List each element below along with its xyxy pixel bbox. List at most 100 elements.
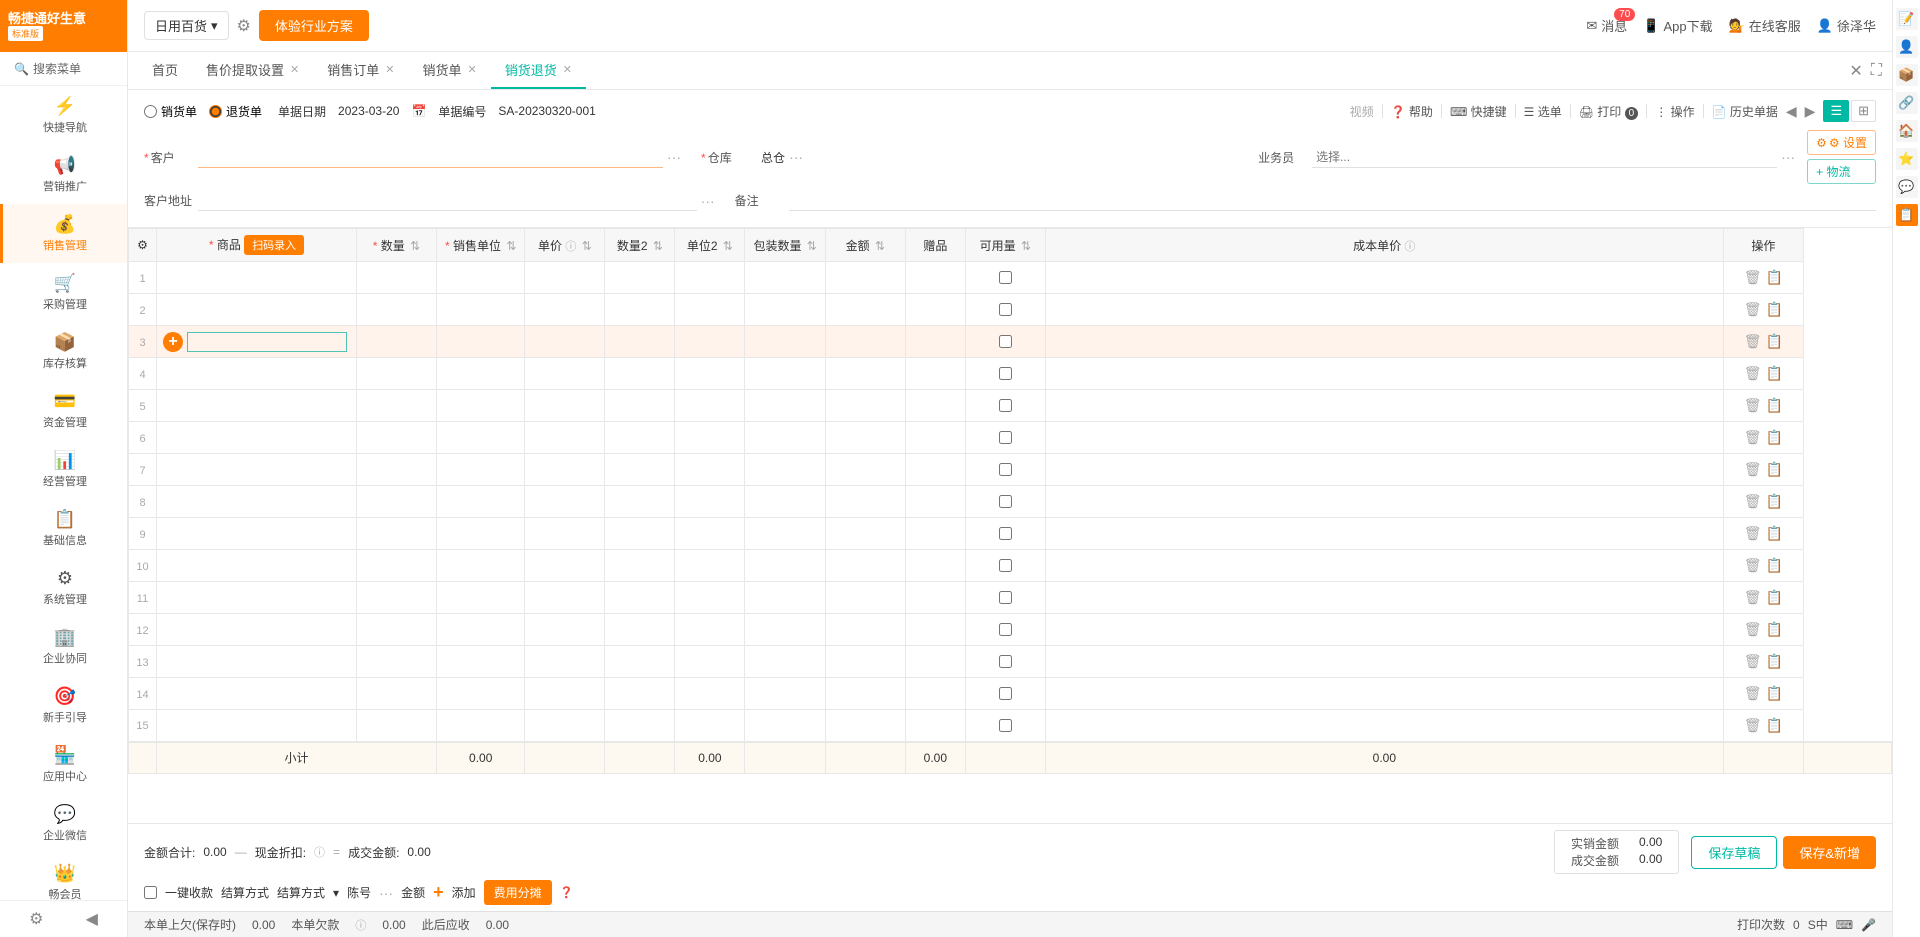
save-new-btn[interactable]: 保存&新增: [1783, 836, 1876, 869]
settings-btn[interactable]: ⚙ ⚙ 设置: [1807, 130, 1876, 155]
sidebar-item-weixin[interactable]: 💬 企业微信: [0, 794, 127, 853]
topbar-gear-icon[interactable]: ⚙: [237, 16, 251, 36]
delete-row-btn[interactable]: 🗑: [1742, 395, 1764, 416]
copy-row-btn[interactable]: 📋: [1764, 363, 1785, 384]
copy-row-btn[interactable]: 📋: [1764, 587, 1785, 608]
customer-picker-icon[interactable]: ···: [667, 149, 681, 165]
gift-checkbox[interactable]: [999, 399, 1012, 412]
col-gear[interactable]: ⚙: [129, 229, 157, 262]
row-cell-10[interactable]: 🗑📋: [1723, 646, 1803, 678]
row-cell-10[interactable]: 🗑📋: [1723, 678, 1803, 710]
gift-checkbox[interactable]: [999, 303, 1012, 316]
packqty-sort-icon[interactable]: ⇅: [807, 239, 817, 253]
card-view-btn[interactable]: ⊞: [1851, 100, 1876, 122]
row-cell-10[interactable]: 🗑📋: [1723, 294, 1803, 326]
rs-icon-5[interactable]: 🏠: [1896, 120, 1918, 142]
row-product[interactable]: [157, 358, 357, 390]
dropdown-arrow-icon[interactable]: ▾: [333, 886, 339, 900]
gift-checkbox[interactable]: [999, 719, 1012, 732]
sidebar-item-basic[interactable]: 📋 基础信息: [0, 499, 127, 558]
address-picker-icon[interactable]: ···: [701, 193, 715, 209]
gift-checkbox[interactable]: [999, 591, 1012, 604]
unit-price-info-icon[interactable]: ⓘ: [565, 241, 576, 253]
rs-icon-1[interactable]: 📝: [1896, 8, 1918, 30]
next-record-icon[interactable]: ▶: [1805, 103, 1816, 120]
tab-close-sale-order[interactable]: ✕: [385, 63, 394, 76]
grid-view-btn[interactable]: ☰: [1823, 100, 1849, 122]
available-sort-icon[interactable]: ⇅: [1021, 239, 1031, 253]
settings-gear-icon[interactable]: ⚙: [29, 909, 43, 929]
row-product[interactable]: [157, 550, 357, 582]
tab-close-sale-out[interactable]: ✕: [468, 63, 477, 76]
once-debt-icon[interactable]: ⓘ: [355, 917, 366, 933]
gift-checkbox[interactable]: [999, 559, 1012, 572]
customer-input[interactable]: [198, 147, 663, 168]
message-btn[interactable]: ✉ 消息 70: [1586, 16, 1627, 35]
sidebar-item-guide[interactable]: 🎯 新手引导: [0, 676, 127, 735]
row-product[interactable]: [157, 486, 357, 518]
delete-row-btn[interactable]: 🗑: [1742, 267, 1764, 288]
rs-icon-8[interactable]: 📋: [1896, 204, 1918, 226]
row-cell-10[interactable]: 🗑📋: [1723, 486, 1803, 518]
scan-input-btn[interactable]: 扫码录入: [244, 235, 304, 255]
row-cell-10[interactable]: 🗑📋: [1723, 710, 1803, 742]
delete-row-btn[interactable]: 🗑: [1742, 555, 1764, 576]
quantity-sort-icon[interactable]: ⇅: [410, 239, 420, 253]
delete-row-btn[interactable]: 🗑: [1742, 427, 1764, 448]
add-payment-btn[interactable]: +: [433, 882, 444, 903]
copy-row-btn[interactable]: 📋: [1764, 651, 1785, 672]
sidebar-item-member[interactable]: 👑 畅会员: [0, 853, 127, 900]
row-product[interactable]: [157, 454, 357, 486]
row-product[interactable]: [157, 646, 357, 678]
experience-btn[interactable]: 体验行业方案: [259, 10, 369, 41]
close-tab-icon[interactable]: ✕: [1849, 61, 1862, 81]
save-draft-btn[interactable]: 保存草稿: [1691, 836, 1777, 869]
delete-row-btn[interactable]: 🗑: [1742, 299, 1764, 320]
copy-row-btn[interactable]: 📋: [1764, 395, 1785, 416]
delete-row-btn[interactable]: 🗑: [1742, 619, 1764, 640]
maximize-tab-icon[interactable]: ⛶: [1871, 62, 1882, 80]
remark-input[interactable]: [789, 190, 1876, 211]
copy-row-btn[interactable]: 📋: [1764, 715, 1785, 736]
cost-price-info-icon[interactable]: ⓘ: [1405, 241, 1416, 253]
copy-row-btn[interactable]: 📋: [1764, 683, 1785, 704]
row-cell-10[interactable]: 🗑📋: [1723, 582, 1803, 614]
delete-row-btn[interactable]: 🗑: [1742, 715, 1764, 736]
rs-icon-4[interactable]: 🔗: [1896, 92, 1918, 114]
tab-close-sale-price[interactable]: ✕: [290, 63, 299, 76]
row-cell-10[interactable]: 🗑📋: [1723, 550, 1803, 582]
sidebar-search[interactable]: 🔍 搜索菜单: [0, 52, 127, 86]
delete-row-btn[interactable]: 🗑: [1742, 331, 1764, 352]
row-product[interactable]: [157, 422, 357, 454]
rs-icon-6[interactable]: ⭐: [1896, 148, 1918, 170]
help-btn[interactable]: ❓ 帮助: [1391, 103, 1433, 120]
row-cell-10[interactable]: 🗑📋: [1723, 262, 1803, 294]
history-btn[interactable]: 📄 历史单据: [1712, 103, 1778, 120]
row-product[interactable]: [157, 518, 357, 550]
row-product[interactable]: +: [157, 326, 357, 358]
delete-row-btn[interactable]: 🗑: [1742, 683, 1764, 704]
row-product[interactable]: [157, 390, 357, 422]
unit2-sort-icon[interactable]: ⇅: [723, 239, 733, 253]
rs-icon-2[interactable]: 👤: [1896, 36, 1918, 58]
gift-checkbox[interactable]: [999, 687, 1012, 700]
sidebar-item-shortcut[interactable]: ⚡ 快捷导航: [0, 86, 127, 145]
user-menu-btn[interactable]: 👤 徐泽华: [1817, 16, 1876, 35]
row-cell-10[interactable]: 🗑📋: [1723, 422, 1803, 454]
sidebar-item-finance[interactable]: 💳 资金管理: [0, 381, 127, 440]
copy-row-btn[interactable]: 📋: [1764, 299, 1785, 320]
sidebar-item-system[interactable]: ⚙ 系统管理: [0, 558, 127, 617]
industry-select[interactable]: 日用百货 ▾: [144, 11, 229, 40]
collect-picker-icon[interactable]: ···: [379, 885, 393, 901]
warehouse-picker-icon[interactable]: ···: [789, 149, 803, 165]
add-row-btn[interactable]: +: [163, 332, 183, 352]
sidebar-item-purchase[interactable]: 🛒 采购管理: [0, 263, 127, 322]
sidebar-item-sales[interactable]: 💰 销售管理: [0, 204, 127, 263]
copy-row-btn[interactable]: 📋: [1764, 459, 1785, 480]
gift-checkbox[interactable]: [999, 431, 1012, 444]
row-cell-10[interactable]: 🗑📋: [1723, 390, 1803, 422]
sidebar-item-appstore[interactable]: 🏪 应用中心: [0, 735, 127, 794]
row-cell-10[interactable]: 🗑📋: [1723, 358, 1803, 390]
delete-row-btn[interactable]: 🗑: [1742, 363, 1764, 384]
gift-checkbox[interactable]: [999, 271, 1012, 284]
